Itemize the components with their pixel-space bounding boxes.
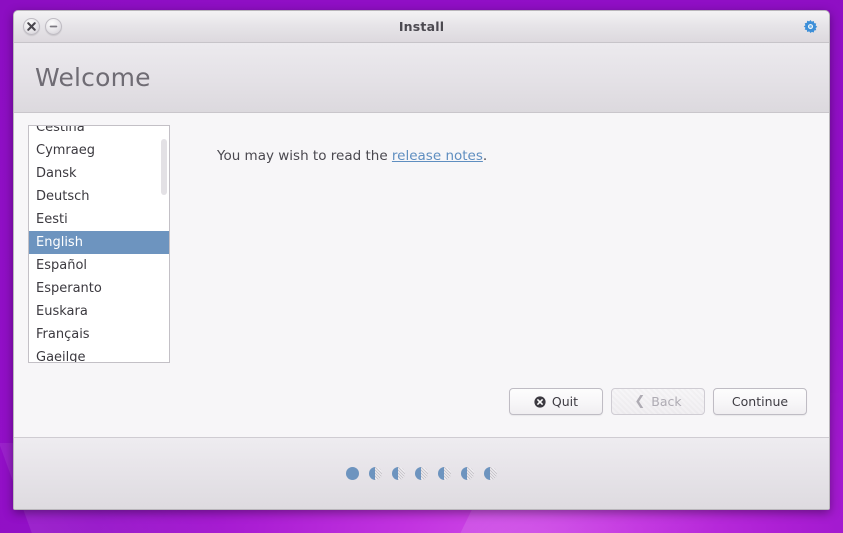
step-dot: [346, 467, 359, 480]
language-list-item[interactable]: Gaeilge: [29, 346, 169, 362]
back-button-label: Back: [651, 394, 682, 409]
step-indicator: [14, 437, 829, 509]
release-notes-prefix: You may wish to read the: [217, 148, 392, 164]
language-list-item[interactable]: English: [29, 231, 169, 254]
step-dot: [392, 467, 405, 480]
close-button[interactable]: [23, 18, 40, 35]
title-bar: Install: [14, 11, 829, 43]
window-controls: [23, 18, 62, 35]
release-notes-link[interactable]: release notes: [392, 148, 483, 164]
main-content: Čeština Cymraeg Dansk Deutsch Eesti English Es…: [14, 113, 829, 437]
step-dot: [369, 467, 382, 480]
language-list-item[interactable]: Euskara: [29, 300, 169, 323]
step-dot-hatch: [443, 467, 451, 480]
language-list-scrollbar[interactable]: [161, 139, 167, 195]
step-dot-group: [346, 467, 497, 480]
step-dot-hatch: [374, 467, 382, 480]
page-header: Welcome: [14, 43, 829, 113]
quit-button[interactable]: Quit: [509, 388, 603, 415]
quit-icon: [534, 395, 546, 408]
action-buttons: Quit ❮ Back Continue: [509, 388, 807, 415]
settings-button[interactable]: [802, 18, 819, 35]
back-button[interactable]: ❮ Back: [611, 388, 705, 415]
installer-window: Install Welcome Čeština Cymraeg Dansk Deuts…: [13, 10, 830, 510]
continue-button-label: Continue: [731, 394, 789, 409]
language-list-item[interactable]: Eesti: [29, 208, 169, 231]
release-notes-line: You may wish to read the release notes.: [217, 148, 815, 164]
continue-button[interactable]: Continue: [713, 388, 807, 415]
gear-icon: [803, 20, 818, 33]
step-dot-hatch: [466, 467, 474, 480]
step-dot-hatch: [489, 467, 497, 480]
language-pane: Čeština Cymraeg Dansk Deutsch Eesti English Es…: [28, 125, 184, 437]
quit-button-label: Quit: [551, 394, 579, 409]
language-list-scrollport: Čeština Cymraeg Dansk Deutsch Eesti English Es…: [29, 126, 169, 362]
step-dot: [461, 467, 474, 480]
language-list-item[interactable]: Français: [29, 323, 169, 346]
language-list-item[interactable]: Esperanto: [29, 277, 169, 300]
minimize-button[interactable]: [45, 18, 62, 35]
minimize-icon: [49, 25, 58, 28]
language-list[interactable]: Čeština Cymraeg Dansk Deutsch Eesti English Es…: [28, 125, 170, 363]
window-title: Install: [398, 18, 445, 34]
page-title: Welcome: [35, 63, 151, 92]
step-dot-fill: [346, 467, 359, 480]
step-dot: [415, 467, 428, 480]
step-dot-hatch: [397, 467, 405, 480]
release-notes-suffix: .: [482, 148, 488, 164]
desktop-background: Install Welcome Čeština Cymraeg Dansk Deuts…: [0, 0, 843, 533]
chevron-left-icon: ❮: [634, 394, 646, 409]
language-list-item[interactable]: Deutsch: [29, 185, 169, 208]
language-list-item[interactable]: Español: [29, 254, 169, 277]
step-dot: [484, 467, 497, 480]
language-list-item[interactable]: Cymraeg: [29, 139, 169, 162]
step-dot-hatch: [420, 467, 428, 480]
language-list-item[interactable]: Dansk: [29, 162, 169, 185]
step-dot: [438, 467, 451, 480]
language-list-item[interactable]: Čeština: [29, 126, 169, 139]
close-icon: [27, 22, 36, 31]
